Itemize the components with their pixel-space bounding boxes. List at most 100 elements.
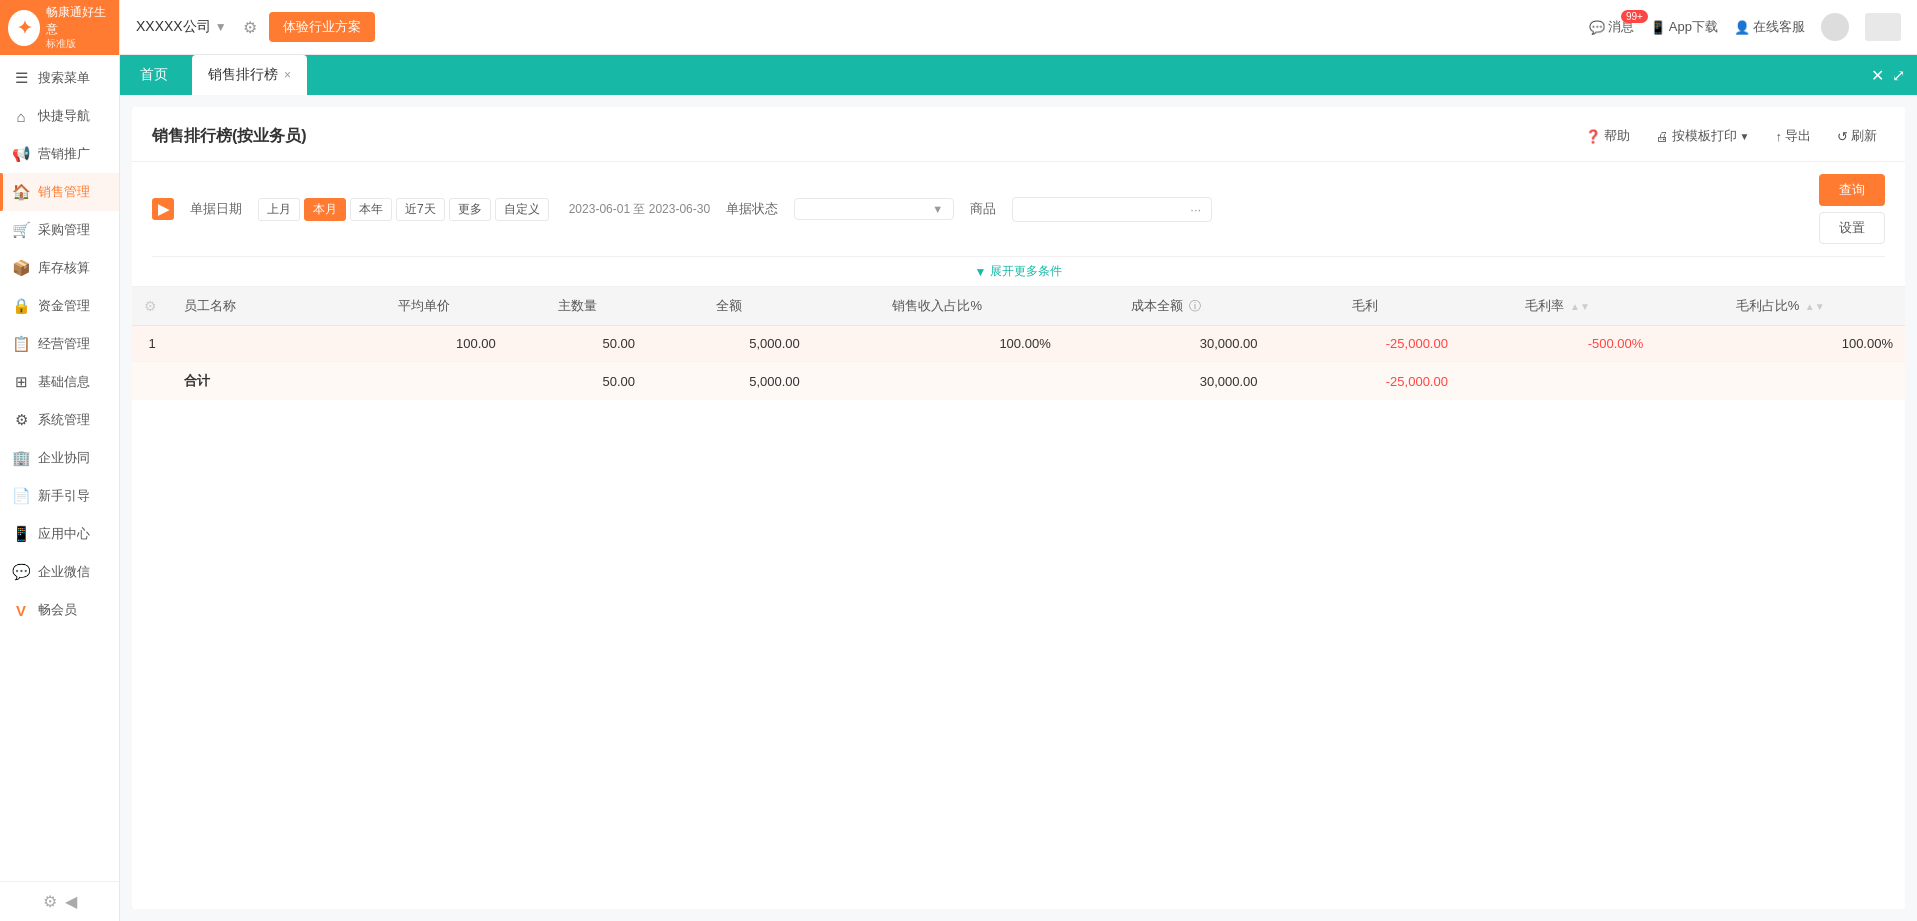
app-icon: 📱 xyxy=(1650,20,1666,35)
sidebar-item-capital-mgmt[interactable]: 🔒 资金管理 xyxy=(0,287,119,325)
sidebar-item-enterprise[interactable]: 🏢 企业协同 xyxy=(0,439,119,477)
company-selector[interactable]: XXXXX公司 ▼ xyxy=(136,18,227,36)
footer-main-qty: 50.00 xyxy=(508,362,647,401)
basic-info-icon: ⊞ xyxy=(12,373,30,391)
export-button[interactable]: ↑ 导出 xyxy=(1768,123,1820,149)
col-profit: 毛利 xyxy=(1270,287,1460,326)
date-btn-current-year[interactable]: 本年 xyxy=(350,198,392,221)
cost-info-icon[interactable]: ⓘ xyxy=(1189,299,1201,313)
sidebar-nav: ☰ 搜索菜单 ⌂ 快捷导航 📢 营销推广 🏠 销售管理 🛒 采购管理 📦 库存核… xyxy=(0,55,119,881)
sidebar-item-marketing[interactable]: 📢 营销推广 xyxy=(0,135,119,173)
sidebar-item-search-order[interactable]: ☰ 搜索菜单 xyxy=(0,59,119,97)
app-center-icon: 📱 xyxy=(12,525,30,543)
date-btn-prev-month[interactable]: 上月 xyxy=(258,198,300,221)
tab-sales-rank[interactable]: 销售排行榜 × xyxy=(192,55,307,95)
date-btn-custom[interactable]: 自定义 xyxy=(495,198,549,221)
sidebar-item-quick-nav[interactable]: ⌂ 快捷导航 xyxy=(0,97,119,135)
sidebar-item-app-center[interactable]: 📱 应用中心 xyxy=(0,515,119,553)
col-sales-pct: 销售收入占比% xyxy=(812,287,1063,326)
date-btn-more[interactable]: 更多 xyxy=(449,198,491,221)
sidebar-item-label: 快捷导航 xyxy=(38,107,90,125)
table-header: ⚙ 员工名称 平均单价 主数量 xyxy=(132,287,1905,326)
marketing-icon: 📢 xyxy=(12,145,30,163)
purchase-icon: 🛒 xyxy=(12,221,30,239)
sidebar-item-label: 采购管理 xyxy=(38,221,90,239)
tab-home[interactable]: 首页 xyxy=(120,55,188,95)
col-employee: 员工名称 xyxy=(172,287,340,326)
sidebar-settings-icon[interactable]: ⚙ xyxy=(43,892,57,911)
filter-row: ▶ 单据日期 上月 本月 本年 近7天 更多 自定义 2023-06-01 至 … xyxy=(152,174,1885,256)
profit-pct-sort-icon[interactable]: ▲▼ xyxy=(1805,301,1825,312)
sidebar-item-wechat-biz[interactable]: 💬 企业微信 xyxy=(0,553,119,591)
help-button[interactable]: ❓ 帮助 xyxy=(1577,123,1638,149)
search-order-icon: ☰ xyxy=(12,69,30,87)
member-icon: V xyxy=(12,602,30,619)
logo-sub: 标准版 xyxy=(46,37,111,51)
goods-more-icon[interactable]: ··· xyxy=(1190,202,1201,217)
col-avg-price: 平均单价 xyxy=(340,287,508,326)
tab-expand-icon[interactable]: ⤢ xyxy=(1892,66,1905,85)
message-icon: 💬 xyxy=(1589,20,1605,35)
refresh-button[interactable]: ↺ 刷新 xyxy=(1829,123,1885,149)
sidebar-item-sys-mgmt[interactable]: ⚙ 系统管理 xyxy=(0,401,119,439)
sales-rank-table: ⚙ 员工名称 平均单价 主数量 xyxy=(132,287,1905,400)
date-btn-7days[interactable]: 近7天 xyxy=(396,198,445,221)
goods-input[interactable]: ··· xyxy=(1012,197,1212,222)
trial-button[interactable]: 体验行业方案 xyxy=(269,12,375,42)
sidebar-item-basic-info[interactable]: ⊞ 基础信息 xyxy=(0,363,119,401)
template-print-button[interactable]: 🖨 按模板打印 ▼ xyxy=(1648,123,1758,149)
refresh-icon: ↺ xyxy=(1837,129,1848,144)
message-button[interactable]: 💬 消息 99+ xyxy=(1589,18,1634,36)
cell-avg-price: 100.00 xyxy=(340,326,508,362)
tabbar-actions: ✕ ⤢ xyxy=(1871,66,1917,85)
company-chevron-icon: ▼ xyxy=(215,20,227,34)
tab-close-icon[interactable]: × xyxy=(284,68,291,82)
sidebar-collapse-icon[interactable]: ◀ xyxy=(65,892,77,911)
footer-amount: 5,000.00 xyxy=(647,362,812,401)
topbar-right: 💬 消息 99+ 📱 App下载 👤 在线客服 xyxy=(1589,13,1901,41)
tab-close-all-icon[interactable]: ✕ xyxy=(1871,66,1884,85)
cell-profit: -25,000.00 xyxy=(1270,326,1460,362)
cell-cost-amount: 30,000.00 xyxy=(1063,326,1270,362)
tab-label: 销售排行榜 xyxy=(208,66,278,84)
guide-icon: 📄 xyxy=(12,487,30,505)
query-button[interactable]: 查询 xyxy=(1819,174,1885,206)
sidebar-item-label: 资金管理 xyxy=(38,297,90,315)
sidebar-item-label: 基础信息 xyxy=(38,373,90,391)
sidebar-item-guide[interactable]: 📄 新手引导 xyxy=(0,477,119,515)
app-download-button[interactable]: 📱 App下载 xyxy=(1650,18,1718,36)
online-service-button[interactable]: 👤 在线客服 xyxy=(1734,18,1805,36)
sidebar-item-label: 畅会员 xyxy=(38,601,77,619)
sys-icon: ⚙ xyxy=(12,411,30,429)
date-btn-current-month[interactable]: 本月 xyxy=(304,198,346,221)
service-label: 在线客服 xyxy=(1753,18,1805,36)
footer-avg-price xyxy=(340,362,508,401)
col-main-qty: 主数量 xyxy=(508,287,647,326)
column-settings-icon[interactable]: ⚙ xyxy=(144,298,157,314)
footer-cost-amount: 30,000.00 xyxy=(1063,362,1270,401)
cell-employee xyxy=(172,326,340,362)
status-select[interactable]: ▼ xyxy=(794,198,954,220)
sidebar-item-purchase-mgmt[interactable]: 🛒 采购管理 xyxy=(0,211,119,249)
service-icon: 👤 xyxy=(1734,20,1750,35)
sidebar-item-inventory[interactable]: 📦 库存核算 xyxy=(0,249,119,287)
topbar: XXXXX公司 ▼ ⚙ 体验行业方案 💬 消息 99+ 📱 App下载 👤 在线… xyxy=(120,0,1917,55)
user-menu[interactable] xyxy=(1865,13,1901,41)
filter-settings-button[interactable]: 设置 xyxy=(1819,212,1885,244)
sidebar-item-biz-mgmt[interactable]: 📋 经营管理 xyxy=(0,325,119,363)
sidebar-item-member[interactable]: V 畅会员 xyxy=(0,591,119,629)
sidebar-item-sales-mgmt[interactable]: 🏠 销售管理 xyxy=(0,173,119,211)
app-label: App下载 xyxy=(1669,18,1718,36)
filter-collapse-button[interactable]: ▶ xyxy=(152,198,174,220)
sidebar-item-label: 搜索菜单 xyxy=(38,69,90,87)
topbar-gear-icon[interactable]: ⚙ xyxy=(243,18,257,37)
footer-label: 合计 xyxy=(172,362,340,401)
user-avatar[interactable] xyxy=(1821,13,1849,41)
sidebar-item-label: 应用中心 xyxy=(38,525,90,543)
expand-more-button[interactable]: ▼ 展开更多条件 xyxy=(152,256,1885,286)
footer-profit-rate xyxy=(1460,362,1655,401)
col-cost-amount: 成本全额 ⓘ xyxy=(1063,287,1270,326)
date-range-display: 2023-06-01 至 2023-06-30 xyxy=(569,201,710,218)
profit-rate-sort-icon[interactable]: ▲▼ xyxy=(1570,301,1590,312)
footer-sales-pct xyxy=(812,362,1063,401)
